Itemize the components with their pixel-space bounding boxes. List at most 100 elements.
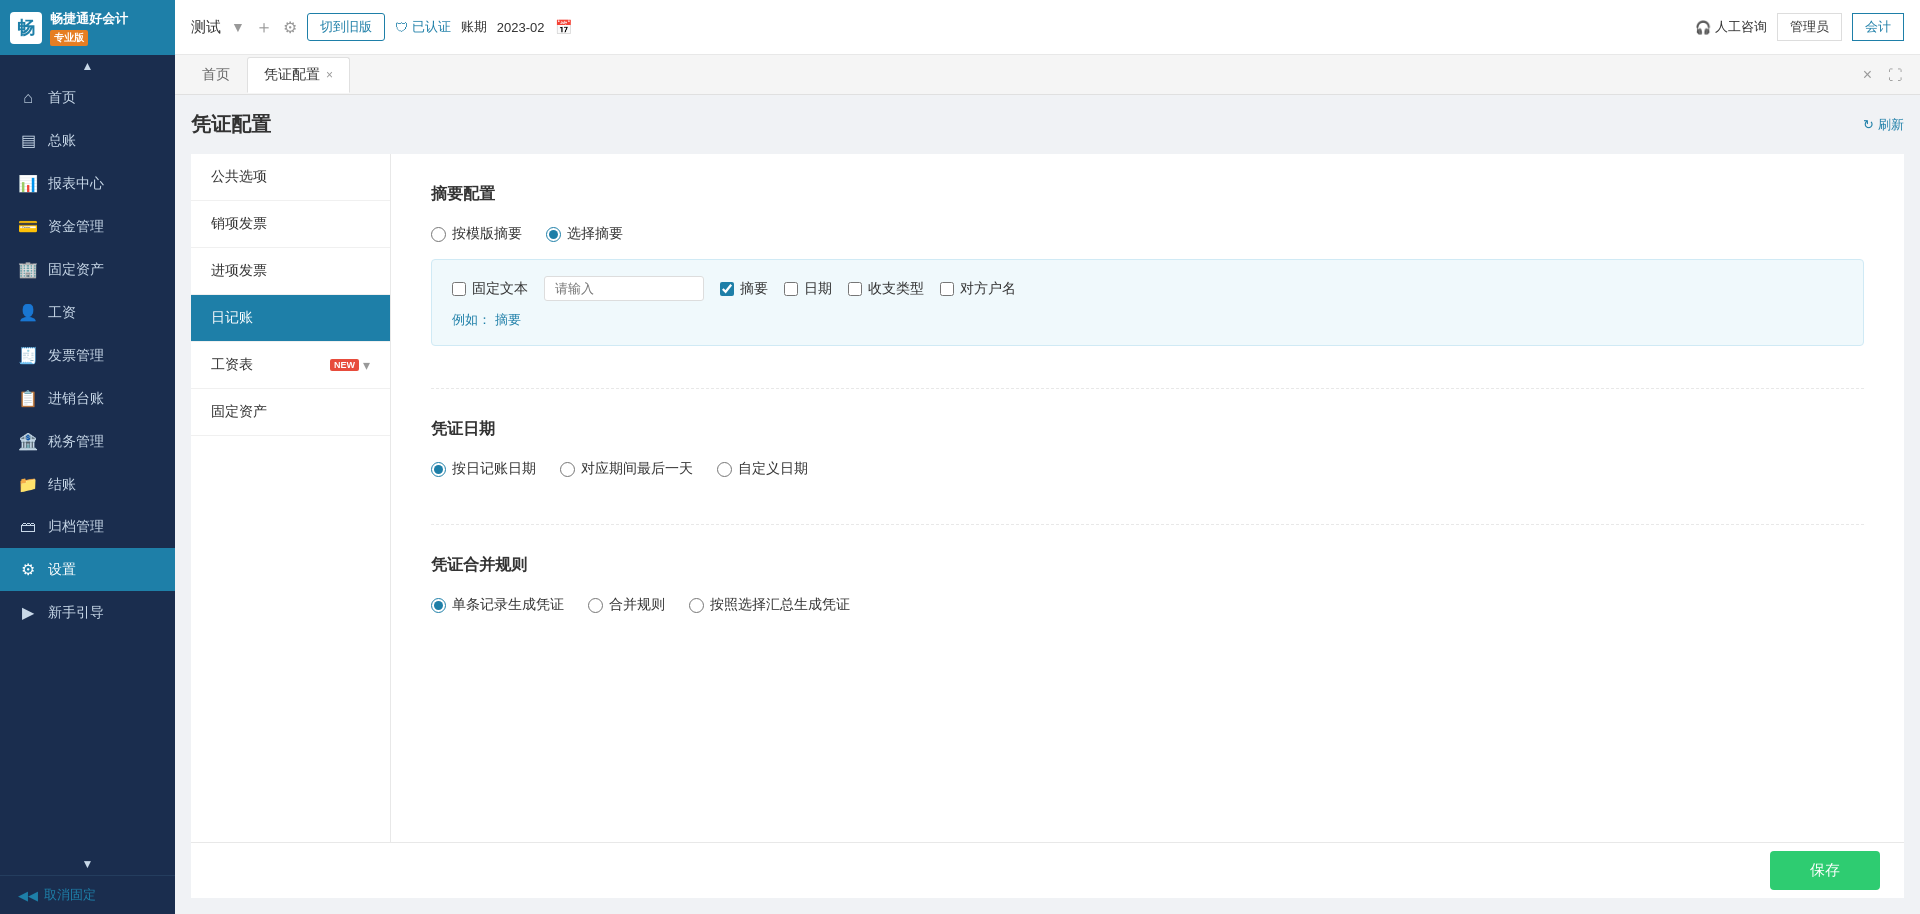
summary-radio-group: 按模版摘要 选择摘要 — [431, 225, 1864, 243]
payroll-icon: 👤 — [18, 303, 38, 322]
company-chevron-icon[interactable]: ▼ — [231, 19, 245, 35]
close-period-icon: 📁 — [18, 475, 38, 494]
checkbox-date[interactable]: 日期 — [784, 280, 832, 298]
summary-options-row: 固定文本 摘要 日期 — [452, 276, 1843, 301]
summary-config-box: 固定文本 摘要 日期 — [431, 259, 1864, 346]
tab-voucher-config[interactable]: 凭证配置 × — [247, 57, 350, 93]
config-main: 摘要配置 按模版摘要 选择摘要 — [391, 154, 1904, 842]
sidebar-item-tax[interactable]: 🏦 税务管理 — [0, 420, 175, 463]
settings-icon: ⚙ — [18, 560, 38, 579]
tabbar: 首页 凭证配置 × × ⛶ — [175, 55, 1920, 95]
ledger-icon: ▤ — [18, 131, 38, 150]
sidebar-item-sales-purchase[interactable]: 📋 进销台账 — [0, 377, 175, 420]
sidebar-scroll-up[interactable]: ▲ — [0, 55, 175, 77]
sidebar-item-label: 报表中心 — [48, 175, 104, 193]
example-text: 例如： 摘要 — [452, 311, 1843, 329]
sales-purchase-icon: 📋 — [18, 389, 38, 408]
unpin-label: 取消固定 — [44, 886, 96, 904]
fixed-text-input[interactable] — [544, 276, 704, 301]
calendar-icon[interactable]: 📅 — [555, 19, 572, 35]
sidebar-item-archive[interactable]: 🗃 归档管理 — [0, 506, 175, 548]
sidebar-item-invoice[interactable]: 🧾 发票管理 — [0, 334, 175, 377]
sidebar-item-label: 税务管理 — [48, 433, 104, 451]
checkbox-fixed-text[interactable]: 固定文本 — [452, 280, 528, 298]
main-area: 测试 ▼ ＋ ⚙ 切到旧版 🛡 已认证 账期 2023-02 📅 🎧 人工咨询 … — [175, 0, 1920, 914]
checkbox-counterparty[interactable]: 对方户名 — [940, 280, 1016, 298]
funds-icon: 💳 — [18, 217, 38, 236]
config-sidebar-item-public[interactable]: 公共选项 — [191, 154, 390, 201]
bottom-bar: 保存 — [191, 842, 1904, 898]
summary-section-title: 摘要配置 — [431, 184, 1864, 205]
add-company-icon[interactable]: ＋ — [255, 15, 273, 39]
config-layout: 公共选项 销项发票 进项发票 日记账 工资表 NEW ▾ 固定资产 — [191, 154, 1904, 842]
sidebar-item-home[interactable]: ⌂ 首页 — [0, 77, 175, 119]
journal-date-label: 按日记账日期 — [452, 460, 536, 478]
config-sidebar-item-payroll[interactable]: 工资表 NEW ▾ — [191, 342, 390, 389]
radio-template-summary[interactable]: 按模版摘要 — [431, 225, 522, 243]
consult-button[interactable]: 🎧 人工咨询 — [1695, 18, 1767, 36]
sidebar-item-fixed-assets[interactable]: 🏢 固定资产 — [0, 248, 175, 291]
radio-template-label: 按模版摘要 — [452, 225, 522, 243]
sidebar-unpin-button[interactable]: ◀◀ 取消固定 — [0, 875, 175, 914]
invoice-icon: 🧾 — [18, 346, 38, 365]
tab-active-label: 凭证配置 — [264, 66, 320, 84]
sidebar-item-settings[interactable]: ⚙ 设置 — [0, 548, 175, 591]
config-sidebar-item-journal[interactable]: 日记账 — [191, 295, 390, 342]
archive-icon: 🗃 — [18, 518, 38, 536]
sidebar-item-funds[interactable]: 💳 资金管理 — [0, 205, 175, 248]
config-sidebar-item-sales[interactable]: 销项发票 — [191, 201, 390, 248]
payroll-chevron-icon: ▾ — [363, 357, 370, 373]
radio-select-label: 选择摘要 — [567, 225, 623, 243]
radio-single-record[interactable]: 单条记录生成凭证 — [431, 596, 564, 614]
company-settings-icon[interactable]: ⚙ — [283, 18, 297, 37]
switch-version-button[interactable]: 切到旧版 — [307, 13, 385, 41]
radio-summary-gen[interactable]: 按照选择汇总生成凭证 — [689, 596, 850, 614]
user-button[interactable]: 管理员 — [1777, 13, 1842, 41]
sidebar-item-label: 总账 — [48, 132, 76, 150]
tab-home[interactable]: 首页 — [185, 57, 247, 93]
radio-custom-date[interactable]: 自定义日期 — [717, 460, 808, 478]
summary-label: 摘要 — [740, 280, 768, 298]
config-sidebar: 公共选项 销项发票 进项发票 日记账 工资表 NEW ▾ 固定资产 — [191, 154, 391, 842]
sidebar-item-label: 固定资产 — [48, 261, 104, 279]
logo-icon: 畅 — [10, 12, 42, 44]
tab-close-icon[interactable]: × — [326, 68, 333, 82]
sidebar-item-label: 首页 — [48, 89, 76, 107]
logo-text: 畅捷通好会计 — [50, 10, 128, 28]
merge-section-title: 凭证合并规则 — [431, 555, 1864, 576]
radio-select-summary[interactable]: 选择摘要 — [546, 225, 623, 243]
config-sidebar-item-fixed-assets[interactable]: 固定资产 — [191, 389, 390, 436]
sidebar-item-ledger[interactable]: ▤ 总账 — [0, 119, 175, 162]
sidebar-item-label: 资金管理 — [48, 218, 104, 236]
new-badge: NEW — [330, 359, 359, 371]
sidebar-scroll-down[interactable]: ▼ — [0, 853, 175, 875]
sidebar-nav: ⌂ 首页 ▤ 总账 📊 报表中心 💳 资金管理 🏢 固定资产 👤 工资 🧾 发票… — [0, 77, 175, 853]
expand-tab-button[interactable]: ⛶ — [1880, 63, 1910, 87]
checkbox-income-type[interactable]: 收支类型 — [848, 280, 924, 298]
close-tab-button[interactable]: × — [1855, 62, 1880, 88]
sidebar-item-label: 归档管理 — [48, 518, 104, 536]
tab-home-label: 首页 — [202, 66, 230, 84]
checkbox-summary[interactable]: 摘要 — [720, 280, 768, 298]
sidebar-item-reports[interactable]: 📊 报表中心 — [0, 162, 175, 205]
summary-section: 摘要配置 按模版摘要 选择摘要 — [431, 184, 1864, 389]
config-sidebar-item-purchase[interactable]: 进项发票 — [191, 248, 390, 295]
guide-icon: ▶ — [18, 603, 38, 622]
merge-section: 凭证合并规则 单条记录生成凭证 合并规则 — [431, 555, 1864, 660]
radio-journal-date[interactable]: 按日记账日期 — [431, 460, 536, 478]
page-title: 凭证配置 — [191, 111, 271, 138]
radio-period-last[interactable]: 对应期间最后一天 — [560, 460, 693, 478]
sidebar-logo: 畅 畅捷通好会计 专业版 — [0, 0, 175, 55]
payroll-label: 工资表 — [211, 356, 253, 374]
period-value: 2023-02 — [497, 20, 545, 35]
period-label: 账期 — [461, 18, 487, 36]
home-icon: ⌂ — [18, 89, 38, 107]
role-button[interactable]: 会计 — [1852, 13, 1904, 41]
radio-merge-rule[interactable]: 合并规则 — [588, 596, 665, 614]
sidebar-item-payroll[interactable]: 👤 工资 — [0, 291, 175, 334]
refresh-button[interactable]: ↻ 刷新 — [1863, 116, 1904, 134]
sidebar-item-guide[interactable]: ▶ 新手引导 — [0, 591, 175, 634]
date-radio-group: 按日记账日期 对应期间最后一天 自定义日期 — [431, 460, 1864, 478]
sidebar-item-close[interactable]: 📁 结账 — [0, 463, 175, 506]
save-button[interactable]: 保存 — [1770, 851, 1880, 890]
